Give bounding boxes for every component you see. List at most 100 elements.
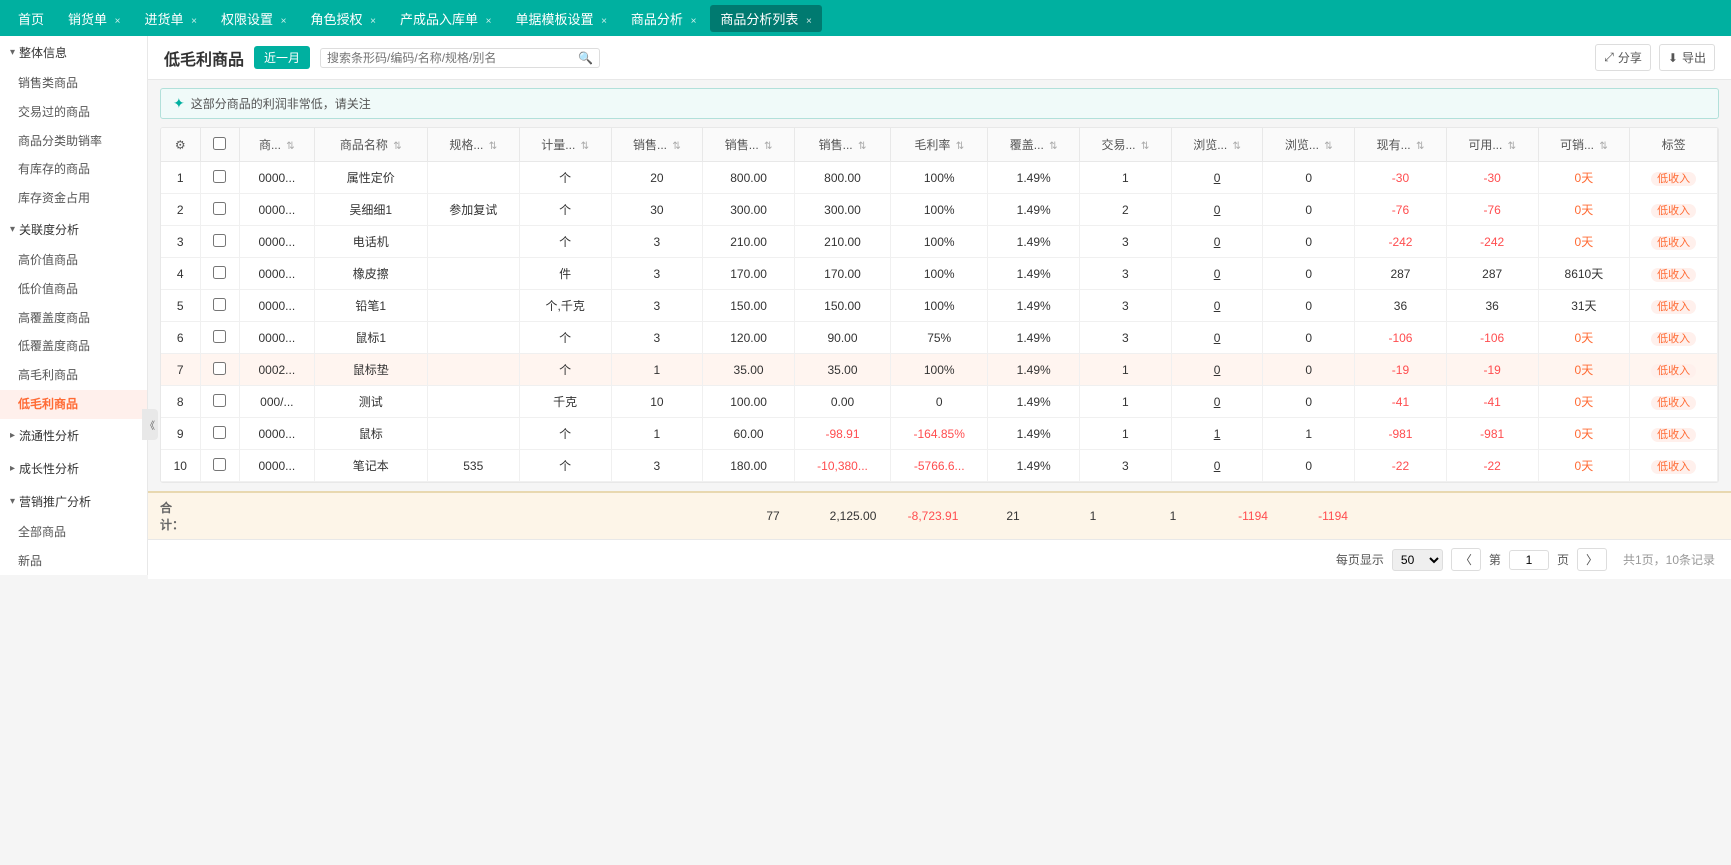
col-spec: 规格... ⇅ (427, 128, 519, 162)
row-checkbox[interactable] (213, 298, 226, 311)
pagination-bar: 每页显示 50 20 100 〈 第 页 〉 共1页，10条记录 (148, 539, 1731, 579)
arrow-down-icon-2: ▾ (10, 224, 15, 235)
sidebar-group-relevance[interactable]: ▾ 关联度分析 (0, 213, 147, 246)
totals-value: 21 (973, 509, 1053, 523)
current-page-input[interactable] (1509, 550, 1549, 570)
tag-badge: 低收入 (1651, 204, 1696, 218)
tag-badge: 低收入 (1651, 268, 1696, 282)
nav-sales[interactable]: 销货单 × (58, 5, 130, 32)
nav-home[interactable]: 首页 (8, 5, 54, 32)
sort-icon-unit[interactable]: ⇅ (581, 141, 589, 152)
sidebar-item-low-coverage[interactable]: 低覆盖度商品 (0, 332, 147, 361)
sort-icon-sales-price[interactable]: ⇅ (764, 141, 772, 152)
row-checkbox[interactable] (213, 426, 226, 439)
date-filter-button[interactable]: 近一月 (254, 46, 310, 69)
nav-template-close[interactable]: × (601, 16, 607, 27)
nav-permission-close[interactable]: × (281, 16, 287, 27)
sidebar-item-new-goods[interactable]: 新品 (0, 547, 147, 576)
sidebar-item-stocked-goods[interactable]: 有库存的商品 (0, 155, 147, 184)
sort-icon-name[interactable]: ⇅ (393, 141, 401, 152)
sidebar-item-stock-capital[interactable]: 库存资金占用 (0, 184, 147, 213)
sidebar-item-low-value[interactable]: 低价值商品 (0, 275, 147, 304)
view1-link[interactable]: 0 (1214, 459, 1221, 473)
top-navigation: 首页 销货单 × 进货单 × 权限设置 × 角色授权 × 产成品入库单 × 单据… (0, 0, 1731, 36)
sort-icon-margin[interactable]: ⇅ (956, 141, 964, 152)
settings-icon[interactable]: ⚙ (175, 138, 186, 152)
nav-permission-label: 权限设置 (221, 12, 273, 27)
view1-link[interactable]: 0 (1214, 363, 1221, 377)
nav-permission[interactable]: 权限设置 × (211, 5, 296, 32)
row-checkbox[interactable] (213, 458, 226, 471)
search-icon[interactable]: 🔍 (578, 51, 593, 65)
select-all-checkbox[interactable] (213, 137, 226, 150)
view1-link[interactable]: 0 (1214, 203, 1221, 217)
sidebar-item-category-sales-rate[interactable]: 商品分类助销率 (0, 127, 147, 156)
nav-role[interactable]: 角色授权 × (300, 5, 385, 32)
view1-link[interactable]: 0 (1214, 235, 1221, 249)
col-sales-qty: 销售... ⇅ (611, 128, 703, 162)
view1-link[interactable]: 0 (1214, 299, 1221, 313)
view1-link[interactable]: 0 (1214, 331, 1221, 345)
row-checkbox[interactable] (213, 170, 226, 183)
view1-link[interactable]: 0 (1214, 171, 1221, 185)
notice-star-icon: ✦ (173, 95, 185, 112)
view1-link[interactable]: 1 (1214, 427, 1221, 441)
sidebar-item-high-coverage[interactable]: 高覆盖度商品 (0, 304, 147, 333)
sidebar-collapse-button[interactable]: 《 (142, 409, 158, 440)
nav-purchase[interactable]: 进货单 × (135, 5, 207, 32)
nav-product-analysis-close[interactable]: × (691, 16, 697, 27)
nav-product-entry[interactable]: 产成品入库单 × (390, 5, 501, 32)
page-title: 低毛利商品 (164, 46, 244, 70)
sidebar-group-marketing[interactable]: ▾ 营销推广分析 (0, 485, 147, 518)
nav-purchase-close[interactable]: × (191, 16, 197, 27)
sidebar-item-high-margin[interactable]: 高毛利商品 (0, 361, 147, 390)
col-trade: 交易... ⇅ (1080, 128, 1172, 162)
nav-role-close[interactable]: × (370, 16, 376, 27)
sidebar-item-traded-goods[interactable]: 交易过的商品 (0, 98, 147, 127)
sort-icon-sales-qty[interactable]: ⇅ (672, 141, 680, 152)
tag-badge: 低收入 (1651, 172, 1696, 186)
sort-icon-trade[interactable]: ⇅ (1141, 141, 1149, 152)
nav-sales-close[interactable]: × (115, 16, 121, 27)
sidebar-item-all-goods[interactable]: 全部商品 (0, 518, 147, 547)
nav-template[interactable]: 单据模板设置 × (505, 5, 616, 32)
sidebar-group-circulation[interactable]: ▸ 流通性分析 (0, 419, 147, 452)
sidebar-item-sales-goods[interactable]: 销售类商品 (0, 69, 147, 98)
row-checkbox[interactable] (213, 362, 226, 375)
sort-icon-saleable[interactable]: ⇅ (1599, 141, 1607, 152)
row-checkbox[interactable] (213, 330, 226, 343)
row-checkbox[interactable] (213, 202, 226, 215)
sidebar-item-low-margin[interactable]: 低毛利商品 (0, 390, 147, 419)
sidebar-group-growth[interactable]: ▸ 成长性分析 (0, 452, 147, 485)
sort-icon-view1[interactable]: ⇅ (1233, 141, 1241, 152)
per-page-select[interactable]: 50 20 100 (1392, 549, 1443, 571)
search-input[interactable] (327, 51, 574, 65)
total-info: 共1页，10条记录 (1623, 551, 1715, 568)
sort-icon-spec[interactable]: ⇅ (489, 141, 497, 152)
sort-icon-current[interactable]: ⇅ (1416, 141, 1424, 152)
view1-link[interactable]: 0 (1214, 395, 1221, 409)
share-button[interactable]: ⤢ 分享 (1595, 44, 1651, 71)
sidebar-item-high-value[interactable]: 高价值商品 (0, 246, 147, 275)
row-checkbox[interactable] (213, 394, 226, 407)
sort-icon-coverage[interactable]: ⇅ (1049, 141, 1057, 152)
nav-analysis-list-close[interactable]: × (806, 16, 812, 27)
sidebar-group-overall[interactable]: ▾ 整体信息 (0, 36, 147, 69)
export-button[interactable]: ⬇ 导出 (1659, 44, 1715, 71)
sort-icon-available[interactable]: ⇅ (1508, 141, 1516, 152)
view1-link[interactable]: 0 (1214, 267, 1221, 281)
col-settings[interactable]: ⚙ (161, 128, 200, 162)
row-checkbox[interactable] (213, 234, 226, 247)
sidebar-group-circulation-label: 流通性分析 (19, 427, 79, 444)
col-tag: 标签 (1630, 128, 1718, 162)
sort-icon-sales-profit[interactable]: ⇅ (858, 141, 866, 152)
table-totals-footer: 合计： 772,125.00-8,723.912111-1194-1194 (148, 491, 1731, 539)
sort-icon-view2[interactable]: ⇅ (1324, 141, 1332, 152)
next-page-button[interactable]: 〉 (1577, 548, 1607, 571)
sort-icon-code[interactable]: ⇅ (286, 141, 294, 152)
nav-product-analysis[interactable]: 商品分析 × (621, 5, 706, 32)
prev-page-button[interactable]: 〈 (1451, 548, 1481, 571)
row-checkbox[interactable] (213, 266, 226, 279)
nav-analysis-list[interactable]: 商品分析列表 × (710, 5, 821, 32)
nav-product-entry-close[interactable]: × (486, 16, 492, 27)
